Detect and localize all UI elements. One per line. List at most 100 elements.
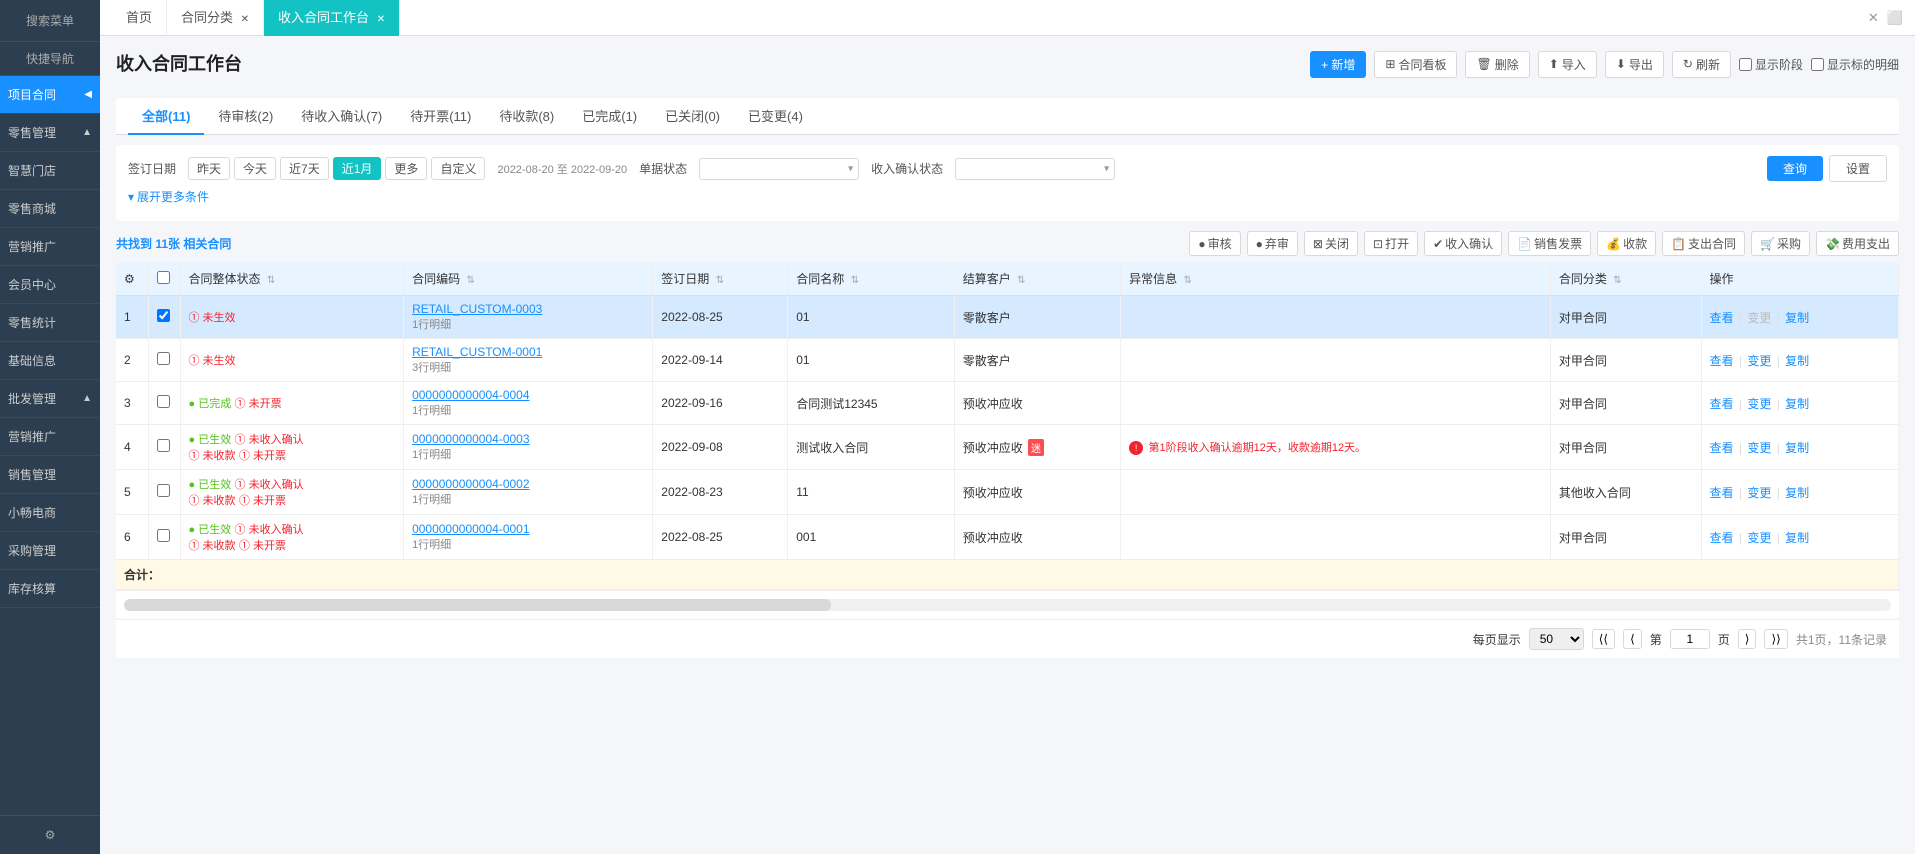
- abandon-review-btn[interactable]: ● 弃审: [1247, 231, 1298, 256]
- op-copy[interactable]: 复制: [1785, 531, 1809, 545]
- set-button[interactable]: 设置: [1829, 155, 1887, 182]
- sidebar-item-wholesale-mgmt[interactable]: 批发管理 ▲: [0, 380, 100, 418]
- payment-btn[interactable]: 💰 收款: [1597, 231, 1656, 256]
- contract-code-link[interactable]: 0000000000004-0004: [412, 388, 529, 402]
- expand-more-btn[interactable]: ▾ 展开更多条件: [128, 188, 209, 205]
- sidebar-item-purchase-mgmt[interactable]: 采购管理: [0, 532, 100, 570]
- maximize-window-icon[interactable]: ⬜: [1887, 10, 1903, 26]
- status-tab-pending-invoice[interactable]: 待开票(11): [396, 98, 485, 135]
- sidebar-item-inventory[interactable]: 库存核算: [0, 570, 100, 608]
- sidebar-item-marketing[interactable]: 营销推广: [0, 228, 100, 266]
- sidebar-nav[interactable]: 快捷导航: [0, 42, 100, 76]
- contract-code-link[interactable]: 0000000000004-0003: [412, 432, 529, 446]
- contract-code-link[interactable]: 0000000000004-0002: [412, 477, 529, 491]
- op-view[interactable]: 查看: [1710, 531, 1734, 545]
- close-tab-income[interactable]: ✕: [377, 14, 385, 25]
- sidebar-settings[interactable]: ⚙: [0, 815, 100, 854]
- op-edit[interactable]: 变更: [1747, 397, 1771, 411]
- export-button[interactable]: ⬇ 导出: [1605, 51, 1664, 78]
- income-confirm-btn[interactable]: ✔ 收入确认: [1424, 231, 1502, 256]
- purchase-btn[interactable]: 🛒 采购: [1751, 231, 1810, 256]
- page-input[interactable]: [1670, 629, 1710, 649]
- contract-code-link[interactable]: 0000000000004-0001: [412, 522, 529, 536]
- row-select-checkbox[interactable]: [157, 484, 170, 497]
- op-view[interactable]: 查看: [1710, 397, 1734, 411]
- sidebar-item-basic-info[interactable]: 基础信息: [0, 342, 100, 380]
- expense-out-btn[interactable]: 💸 费用支出: [1816, 231, 1899, 256]
- status-tab-pending-payment[interactable]: 待收款(8): [485, 98, 568, 135]
- delete-button[interactable]: 🗑 删除: [1465, 51, 1529, 78]
- date-btn-1month[interactable]: 近1月: [333, 157, 382, 180]
- horizontal-scrollbar[interactable]: [124, 599, 1891, 611]
- date-btn-more[interactable]: 更多: [385, 157, 427, 180]
- review-btn[interactable]: ● 审核: [1189, 231, 1240, 256]
- op-copy[interactable]: 复制: [1785, 354, 1809, 368]
- status-tab-pending-confirm[interactable]: 待收入确认(7): [287, 98, 396, 135]
- sidebar-item-member-center[interactable]: 会员中心: [0, 266, 100, 304]
- per-page-select[interactable]: 50 100: [1529, 628, 1584, 650]
- op-copy[interactable]: 复制: [1785, 311, 1809, 325]
- page-prev-btn[interactable]: ⟨: [1623, 629, 1642, 649]
- page-first-btn[interactable]: ⟨⟨: [1592, 629, 1615, 649]
- op-copy[interactable]: 复制: [1785, 486, 1809, 500]
- op-view[interactable]: 查看: [1710, 486, 1734, 500]
- op-edit[interactable]: 变更: [1747, 354, 1771, 368]
- add-button[interactable]: + 新增: [1310, 51, 1366, 78]
- sidebar-item-project-contract[interactable]: 项目合同 ◀: [0, 76, 100, 114]
- sidebar-item-smart-store[interactable]: 智慧门店: [0, 152, 100, 190]
- status-tab-pending-review[interactable]: 待审核(2): [204, 98, 287, 135]
- sidebar-item-sales-mgmt[interactable]: 销售管理: [0, 456, 100, 494]
- contract-code-link[interactable]: RETAIL_CUSTOM-0001: [412, 345, 542, 359]
- sidebar-item-retail-mall[interactable]: 零售商城: [0, 190, 100, 228]
- query-button[interactable]: 查询: [1767, 156, 1823, 181]
- tab-home[interactable]: 首页: [112, 0, 167, 36]
- sales-invoice-btn[interactable]: 📄 销售发票: [1508, 231, 1591, 256]
- close-contract-btn[interactable]: ⊠ 关闭: [1304, 231, 1358, 256]
- row-select-checkbox[interactable]: [157, 309, 170, 322]
- row-select-checkbox[interactable]: [157, 352, 170, 365]
- sidebar-search[interactable]: 搜索菜单: [0, 0, 100, 42]
- op-edit[interactable]: 变更: [1747, 441, 1771, 455]
- op-copy[interactable]: 复制: [1785, 397, 1809, 411]
- op-copy[interactable]: 复制: [1785, 441, 1809, 455]
- status-tab-changed[interactable]: 已变更(4): [734, 98, 817, 135]
- kanban-button[interactable]: ⊞ 合同看板: [1374, 51, 1457, 78]
- row-select-checkbox[interactable]: [157, 529, 170, 542]
- op-edit[interactable]: 变更: [1747, 311, 1771, 325]
- contract-code-link[interactable]: RETAIL_CUSTOM-0003: [412, 302, 542, 316]
- select-all-checkbox[interactable]: [157, 271, 170, 284]
- expense-contract-btn[interactable]: 📋 支出合同: [1662, 231, 1745, 256]
- refresh-button[interactable]: ↻ 刷新: [1672, 51, 1731, 78]
- close-tab-contract-category[interactable]: ✕: [241, 14, 249, 25]
- page-next-btn[interactable]: ⟩: [1738, 629, 1757, 649]
- import-button[interactable]: ⬆ 导入: [1538, 51, 1597, 78]
- open-contract-btn[interactable]: ⊡ 打开: [1364, 231, 1418, 256]
- tab-contract-category[interactable]: 合同分类 ✕: [167, 0, 264, 36]
- row-select-checkbox[interactable]: [157, 395, 170, 408]
- date-btn-7days[interactable]: 近7天: [280, 157, 329, 180]
- confirm-filter-select[interactable]: [955, 158, 1115, 180]
- sidebar-item-retail-stats[interactable]: 零售统计: [0, 304, 100, 342]
- status-tab-closed[interactable]: 已关闭(0): [651, 98, 734, 135]
- status-tab-all[interactable]: 全部(11): [128, 98, 204, 135]
- op-edit[interactable]: 变更: [1747, 486, 1771, 500]
- op-view[interactable]: 查看: [1710, 441, 1734, 455]
- op-edit[interactable]: 变更: [1747, 531, 1771, 545]
- date-btn-yesterday[interactable]: 昨天: [188, 157, 230, 180]
- sidebar-item-ecommerce[interactable]: 小畅电商: [0, 494, 100, 532]
- status-tab-completed[interactable]: 已完成(1): [568, 98, 651, 135]
- status-filter-select[interactable]: [699, 158, 859, 180]
- show-phase-checkbox[interactable]: [1739, 58, 1752, 71]
- show-detail-checkbox[interactable]: [1811, 58, 1824, 71]
- op-view[interactable]: 查看: [1710, 311, 1734, 325]
- op-view[interactable]: 查看: [1710, 354, 1734, 368]
- sidebar-item-marketing2[interactable]: 营销推广: [0, 418, 100, 456]
- page-last-btn[interactable]: ⟩⟩: [1764, 629, 1787, 649]
- row-select-checkbox[interactable]: [157, 439, 170, 452]
- tab-income-contract-workbench[interactable]: 收入合同工作台 ✕: [264, 0, 400, 36]
- close-window-icon[interactable]: ✕: [1868, 10, 1879, 26]
- sidebar-item-retail-mgmt[interactable]: 零售管理 ▲: [0, 114, 100, 152]
- scroll-bar-thumb[interactable]: [124, 599, 831, 611]
- date-btn-today[interactable]: 今天: [234, 157, 276, 180]
- date-btn-custom[interactable]: 自定义: [431, 157, 485, 180]
